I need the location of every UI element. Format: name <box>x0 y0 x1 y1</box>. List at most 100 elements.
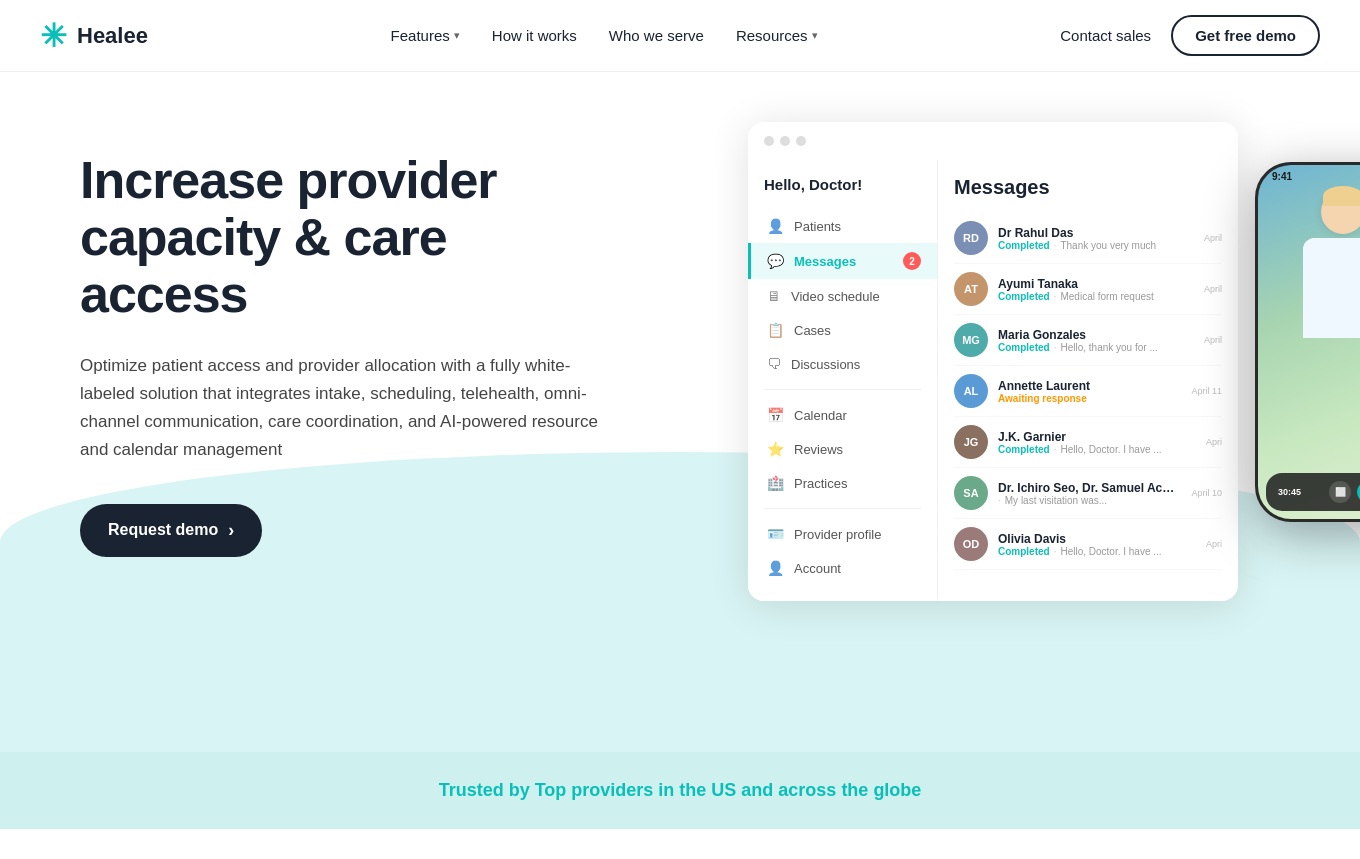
message-date: April <box>1204 284 1222 294</box>
doctor-hair <box>1323 186 1361 206</box>
chevron-down-icon: ▾ <box>812 29 818 42</box>
message-item[interactable]: OD Olivia DavisCompleted·Hello, Doctor. I… <box>954 519 1222 570</box>
sidebar-item-calendar[interactable]: 📅 Calendar <box>748 398 937 432</box>
request-demo-button[interactable]: Request demo › <box>80 504 262 557</box>
call-timer: 30:45 <box>1278 487 1301 497</box>
video-call-icon[interactable]: ⬜ <box>1329 481 1351 503</box>
doctor-head <box>1321 190 1361 234</box>
message-content: Maria GonzalesCompleted·Hello, thank you… <box>998 328 1194 353</box>
account-icon: 👤 <box>767 560 784 576</box>
message-status: Completed <box>998 546 1050 557</box>
message-sender-name: Annette Laurent <box>998 379 1181 393</box>
trusted-banner: Trusted by Top providers in the US and a… <box>0 752 1360 829</box>
message-item[interactable]: JG J.K. GarnierCompleted·Hello, Doctor. I… <box>954 417 1222 468</box>
nav-actions: Contact sales Get free demo <box>1060 15 1320 56</box>
logo-name: Healee <box>77 23 148 49</box>
get-demo-button[interactable]: Get free demo <box>1171 15 1320 56</box>
hero-description: Optimize patient access and provider all… <box>80 352 600 464</box>
message-content: Ayumi TanakaCompleted·Medical form reque… <box>998 277 1194 302</box>
message-status-line: Completed·Hello, Doctor. I have ... <box>998 444 1196 455</box>
sidebar-greeting: Hello, Doctor! <box>748 176 937 209</box>
chevron-down-icon: ▾ <box>454 29 460 42</box>
sidebar-divider-2 <box>764 508 921 509</box>
window-dot-1 <box>764 136 774 146</box>
message-status: Completed <box>998 444 1050 455</box>
doctor-coat <box>1303 238 1361 338</box>
messages-badge: 2 <box>903 252 921 270</box>
message-sender-name: Olivia Davis <box>998 532 1196 546</box>
dashboard-body: Hello, Doctor! 👤 Patients 💬 Messages 2 🖥… <box>748 160 1238 601</box>
calendar-icon: 📅 <box>767 407 784 423</box>
avatar: MG <box>954 323 988 357</box>
sidebar-item-account[interactable]: 👤 Account <box>748 551 937 585</box>
provider-icon: 🪪 <box>767 526 784 542</box>
contact-sales-link[interactable]: Contact sales <box>1060 27 1151 44</box>
navigation: ✳ Healee Features ▾ How it works Who we … <box>0 0 1360 72</box>
message-date: April <box>1204 233 1222 243</box>
nav-how-it-works[interactable]: How it works <box>492 27 577 44</box>
sidebar-item-discussions[interactable]: 🗨 Discussions <box>748 347 937 381</box>
message-item[interactable]: AT Ayumi TanakaCompleted·Medical form req… <box>954 264 1222 315</box>
message-list: RDDr Rahul DasCompleted·Thank you very m… <box>954 213 1222 570</box>
message-status-line: ·My last visitation was... <box>998 495 1181 506</box>
message-date: Apri <box>1206 539 1222 549</box>
call-controls: ⬜ 🎤 📷 <box>1329 481 1360 503</box>
sidebar-item-practices[interactable]: 🏥 Practices <box>748 466 937 500</box>
message-status-line: Completed·Hello, Doctor. I have ... <box>998 546 1196 557</box>
message-status: Completed <box>998 240 1050 251</box>
sidebar-item-messages[interactable]: 💬 Messages 2 <box>748 243 937 279</box>
doctor-illustration <box>1283 190 1361 338</box>
window-controls <box>748 122 1238 160</box>
nav-who-we-serve[interactable]: Who we serve <box>609 27 704 44</box>
message-sender-name: Maria Gonzales <box>998 328 1194 342</box>
hero-content: Increase provider capacity & care access… <box>0 132 748 617</box>
message-sender-name: Dr. Ichiro Seo, Dr. Samuel Acorn <box>998 481 1181 495</box>
message-preview: My last visitation was... <box>1005 495 1107 506</box>
sidebar-item-patients[interactable]: 👤 Patients <box>748 209 937 243</box>
avatar: AT <box>954 272 988 306</box>
message-content: Dr Rahul DasCompleted·Thank you very muc… <box>998 226 1194 251</box>
sidebar-item-reviews[interactable]: ⭐ Reviews <box>748 432 937 466</box>
message-item[interactable]: SADr. Ichiro Seo, Dr. Samuel Acorn·My la… <box>954 468 1222 519</box>
reviews-icon: ⭐ <box>767 441 784 457</box>
message-content: Dr. Ichiro Seo, Dr. Samuel Acorn·My last… <box>998 481 1181 506</box>
message-date: April 11 <box>1191 386 1222 396</box>
practices-icon: 🏥 <box>767 475 784 491</box>
message-content: Olivia DavisCompleted·Hello, Doctor. I h… <box>998 532 1196 557</box>
nav-links: Features ▾ How it works Who we serve Res… <box>391 27 818 44</box>
message-content: J.K. GarnierCompleted·Hello, Doctor. I h… <box>998 430 1196 455</box>
avatar: JG <box>954 425 988 459</box>
messages-heading: Messages <box>954 176 1222 199</box>
phone-screen: 9:41 ▐▐▐ ▲ ▮ <box>1258 165 1360 519</box>
avatar: AL <box>954 374 988 408</box>
message-content: Annette LaurentAwaiting response <box>998 379 1181 404</box>
video-icon: 🖥 <box>767 288 781 304</box>
phone-time: 9:41 <box>1272 171 1292 182</box>
message-sender-name: Ayumi Tanaka <box>998 277 1194 291</box>
logo-link[interactable]: ✳ Healee <box>40 20 148 52</box>
message-sender-name: Dr Rahul Das <box>998 226 1194 240</box>
message-status: Completed <box>998 342 1050 353</box>
nav-resources[interactable]: Resources ▾ <box>736 27 818 44</box>
sidebar-divider-1 <box>764 389 921 390</box>
dashboard-sidebar: Hello, Doctor! 👤 Patients 💬 Messages 2 🖥… <box>748 160 938 601</box>
message-item[interactable]: RDDr Rahul DasCompleted·Thank you very m… <box>954 213 1222 264</box>
message-preview: Medical form request <box>1060 291 1153 302</box>
message-status: Completed <box>998 291 1050 302</box>
message-status-line: Completed·Hello, thank you for ... <box>998 342 1194 353</box>
doctor-body <box>1303 238 1361 338</box>
message-date: Apri <box>1206 437 1222 447</box>
message-item[interactable]: MG Maria GonzalesCompleted·Hello, thank y… <box>954 315 1222 366</box>
message-item[interactable]: AL Annette LaurentAwaiting response April … <box>954 366 1222 417</box>
sidebar-item-provider-profile[interactable]: 🪪 Provider profile <box>748 517 937 551</box>
message-status-line: Completed·Thank you very much <box>998 240 1194 251</box>
messages-panel: Messages RDDr Rahul DasCompleted·Thank y… <box>938 160 1238 601</box>
message-preview: Hello, thank you for ... <box>1060 342 1157 353</box>
avatar: OD <box>954 527 988 561</box>
sidebar-item-video-schedule[interactable]: 🖥 Video schedule <box>748 279 937 313</box>
messages-icon: 💬 <box>767 253 784 269</box>
sidebar-item-cases[interactable]: 📋 Cases <box>748 313 937 347</box>
message-sender-name: J.K. Garnier <box>998 430 1196 444</box>
nav-features[interactable]: Features ▾ <box>391 27 460 44</box>
window-dot-3 <box>796 136 806 146</box>
